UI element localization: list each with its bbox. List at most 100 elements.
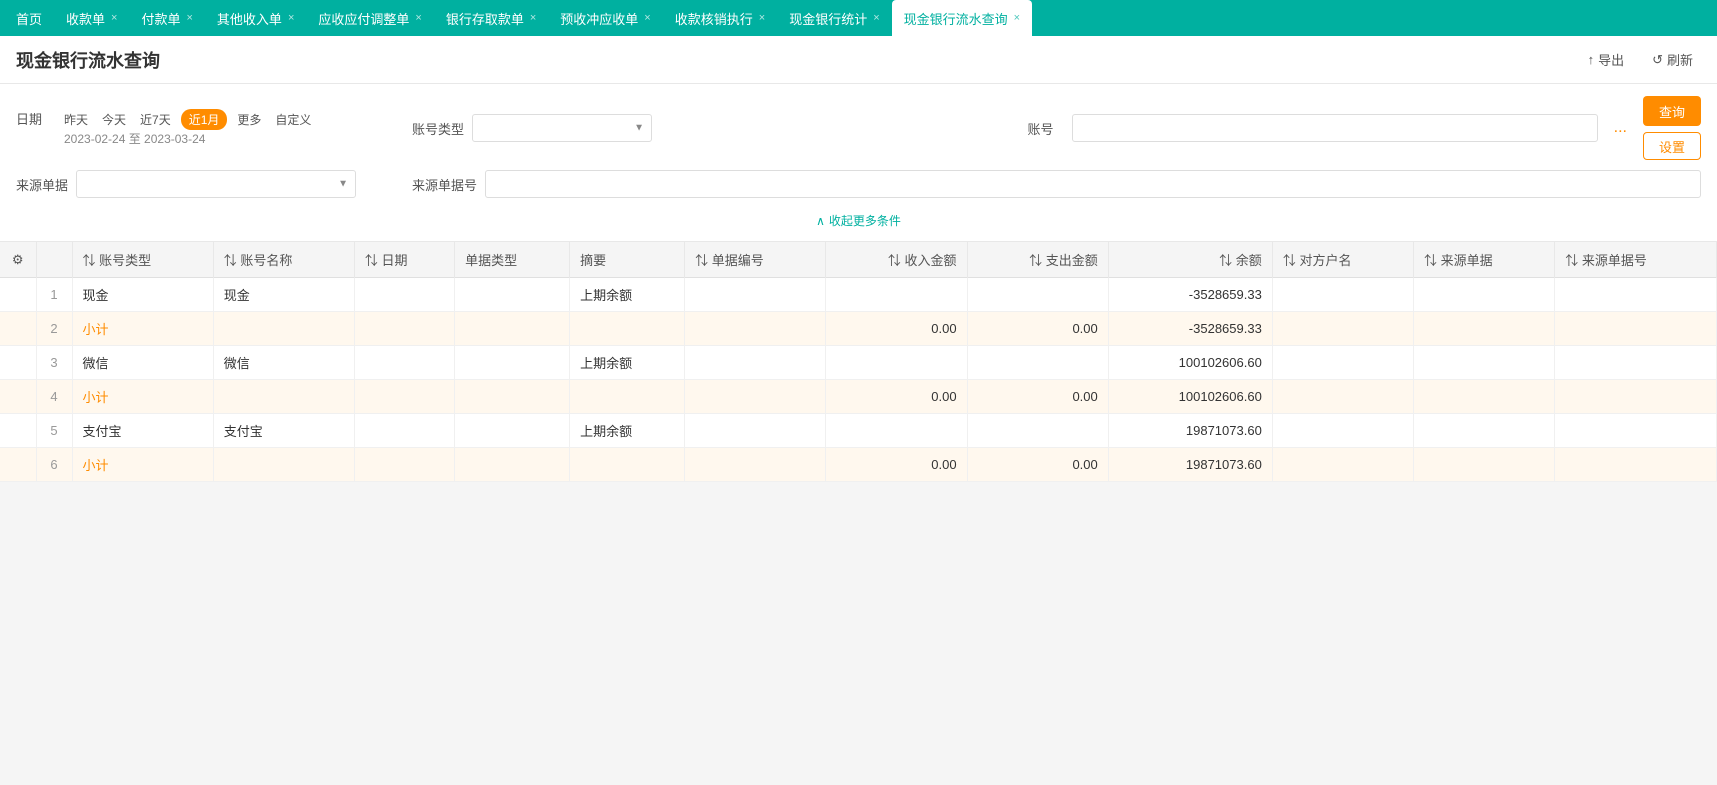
row-income: 0.00 <box>826 380 967 414</box>
date-shortcuts: 昨天 今天 近7天 近1月 更多 自定义 <box>60 109 315 130</box>
row-doc-type <box>455 448 570 482</box>
row-account-name <box>213 312 354 346</box>
close-cash-bank-flow-tab[interactable]: × <box>1014 12 1020 24</box>
row-doc-type <box>455 278 570 312</box>
row-doc-type <box>455 414 570 448</box>
table-row: 1 现金 现金 上期余额 -3528659.33 <box>0 278 1717 312</box>
table-container: ⚙ ⇅ 账号类型 ⇅ 账号名称 ⇅ 日期 单据类型 <box>0 242 1717 482</box>
row-settings-cell <box>0 346 36 380</box>
row-summary: 上期余额 <box>570 414 685 448</box>
row-source-doc-no <box>1555 380 1717 414</box>
col-summary: 摘要 <box>570 242 685 278</box>
col-doc-type: 单据类型 <box>455 242 570 278</box>
source-doc-select-wrapper <box>76 170 356 198</box>
col-settings[interactable]: ⚙ <box>0 242 36 278</box>
row-doc-no <box>685 346 826 380</box>
refresh-button[interactable]: ↺ 刷新 <box>1644 46 1701 73</box>
close-other-income-tab[interactable]: × <box>288 12 294 24</box>
col-counterparty[interactable]: ⇅ 对方户名 <box>1272 242 1413 278</box>
row-account-name: 现金 <box>213 278 354 312</box>
col-income[interactable]: ⇅ 收入金额 <box>826 242 967 278</box>
row-balance: 19871073.60 <box>1108 448 1272 482</box>
filter-row-2: 来源单据 来源单据号 <box>16 170 1701 198</box>
col-expense[interactable]: ⇅ 支出金额 <box>967 242 1108 278</box>
nav-ar-ap-adjust[interactable]: 应收应付调整单 × <box>306 0 433 36</box>
row-settings-cell <box>0 414 36 448</box>
nav-payment[interactable]: 付款单 × <box>129 0 204 36</box>
refresh-icon: ↺ <box>1652 52 1663 68</box>
row-source-doc-no <box>1555 346 1717 380</box>
row-income: 0.00 <box>826 312 967 346</box>
table-row: 2 小计 0.00 0.00 -3528659.33 <box>0 312 1717 346</box>
nav-collection-exec[interactable]: 收款核销执行 × <box>663 0 777 36</box>
collapse-icon: ∧ <box>816 214 825 228</box>
col-doc-no[interactable]: ⇅ 单据编号 <box>685 242 826 278</box>
date-btn-more[interactable]: 更多 <box>233 109 265 130</box>
account-more-button[interactable]: ... <box>1614 119 1627 137</box>
col-account-name[interactable]: ⇅ 账号名称 <box>213 242 354 278</box>
close-cash-bank-stats-tab[interactable]: × <box>873 12 879 24</box>
query-button[interactable]: 查询 <box>1643 96 1701 126</box>
close-prepay-offset-tab[interactable]: × <box>644 12 650 24</box>
row-expense <box>967 278 1108 312</box>
col-balance[interactable]: ⇅ 余额 <box>1108 242 1272 278</box>
nav-bank-deposit[interactable]: 银行存取款单 × <box>434 0 548 36</box>
source-doc-num-input[interactable] <box>485 170 1701 198</box>
date-btn-7days[interactable]: 近7天 <box>136 109 175 130</box>
date-btn-today[interactable]: 今天 <box>98 109 130 130</box>
account-type-select[interactable] <box>472 114 652 142</box>
collapse-bar[interactable]: ∧ 收起更多条件 <box>16 208 1701 233</box>
settings-button[interactable]: 设置 <box>1643 132 1701 160</box>
row-settings-cell <box>0 448 36 482</box>
gear-icon: ⚙ <box>12 252 24 267</box>
nav-home[interactable]: 首页 <box>4 0 54 36</box>
row-summary <box>570 448 685 482</box>
row-num-cell: 4 <box>36 380 72 414</box>
close-payment-tab[interactable]: × <box>186 12 192 24</box>
source-doc-label: 来源单据 <box>16 175 68 194</box>
row-balance: -3528659.33 <box>1108 312 1272 346</box>
source-doc-select[interactable] <box>76 170 356 198</box>
nav-cash-bank-flow[interactable]: 现金银行流水查询 × <box>892 0 1032 36</box>
row-income <box>826 278 967 312</box>
col-date[interactable]: ⇅ 日期 <box>354 242 454 278</box>
row-source-doc-no <box>1555 312 1717 346</box>
row-doc-type <box>455 312 570 346</box>
row-expense <box>967 346 1108 380</box>
close-bank-deposit-tab[interactable]: × <box>530 12 536 24</box>
row-expense <box>967 414 1108 448</box>
row-source-doc <box>1414 312 1555 346</box>
nav-receipt[interactable]: 收款单 × <box>54 0 129 36</box>
row-income <box>826 346 967 380</box>
date-btn-1month[interactable]: 近1月 <box>181 109 228 130</box>
date-btn-custom[interactable]: 自定义 <box>271 109 315 130</box>
table-body: 1 现金 现金 上期余额 -3528659.33 2 小计 0.00 0.00 … <box>0 278 1717 482</box>
row-counterparty <box>1272 414 1413 448</box>
header-actions: ↑ 导出 ↺ 刷新 <box>1580 46 1701 73</box>
row-num-cell: 3 <box>36 346 72 380</box>
close-collection-exec-tab[interactable]: × <box>759 12 765 24</box>
account-label: 账号 <box>1028 119 1064 138</box>
date-btn-yesterday[interactable]: 昨天 <box>60 109 92 130</box>
col-source-doc[interactable]: ⇅ 来源单据 <box>1414 242 1555 278</box>
row-source-doc-no <box>1555 448 1717 482</box>
close-receipt-tab[interactable]: × <box>111 12 117 24</box>
account-input[interactable] <box>1072 114 1598 142</box>
col-source-doc-no[interactable]: ⇅ 来源单据号 <box>1555 242 1717 278</box>
row-settings-cell <box>0 312 36 346</box>
row-num-cell: 2 <box>36 312 72 346</box>
export-button[interactable]: ↑ 导出 <box>1580 46 1633 73</box>
nav-prepay-offset[interactable]: 预收冲应收单 × <box>548 0 662 36</box>
row-balance: 19871073.60 <box>1108 414 1272 448</box>
row-counterparty <box>1272 448 1413 482</box>
nav-cash-bank-stats[interactable]: 现金银行统计 × <box>777 0 891 36</box>
table-row: 3 微信 微信 上期余额 100102606.60 <box>0 346 1717 380</box>
row-source-doc-no <box>1555 278 1717 312</box>
row-doc-type <box>455 346 570 380</box>
row-num-cell: 1 <box>36 278 72 312</box>
row-date <box>354 312 454 346</box>
close-ar-ap-adjust-tab[interactable]: × <box>415 12 421 24</box>
export-icon: ↑ <box>1588 52 1595 67</box>
col-account-type[interactable]: ⇅ 账号类型 <box>72 242 213 278</box>
nav-other-income[interactable]: 其他收入单 × <box>205 0 306 36</box>
